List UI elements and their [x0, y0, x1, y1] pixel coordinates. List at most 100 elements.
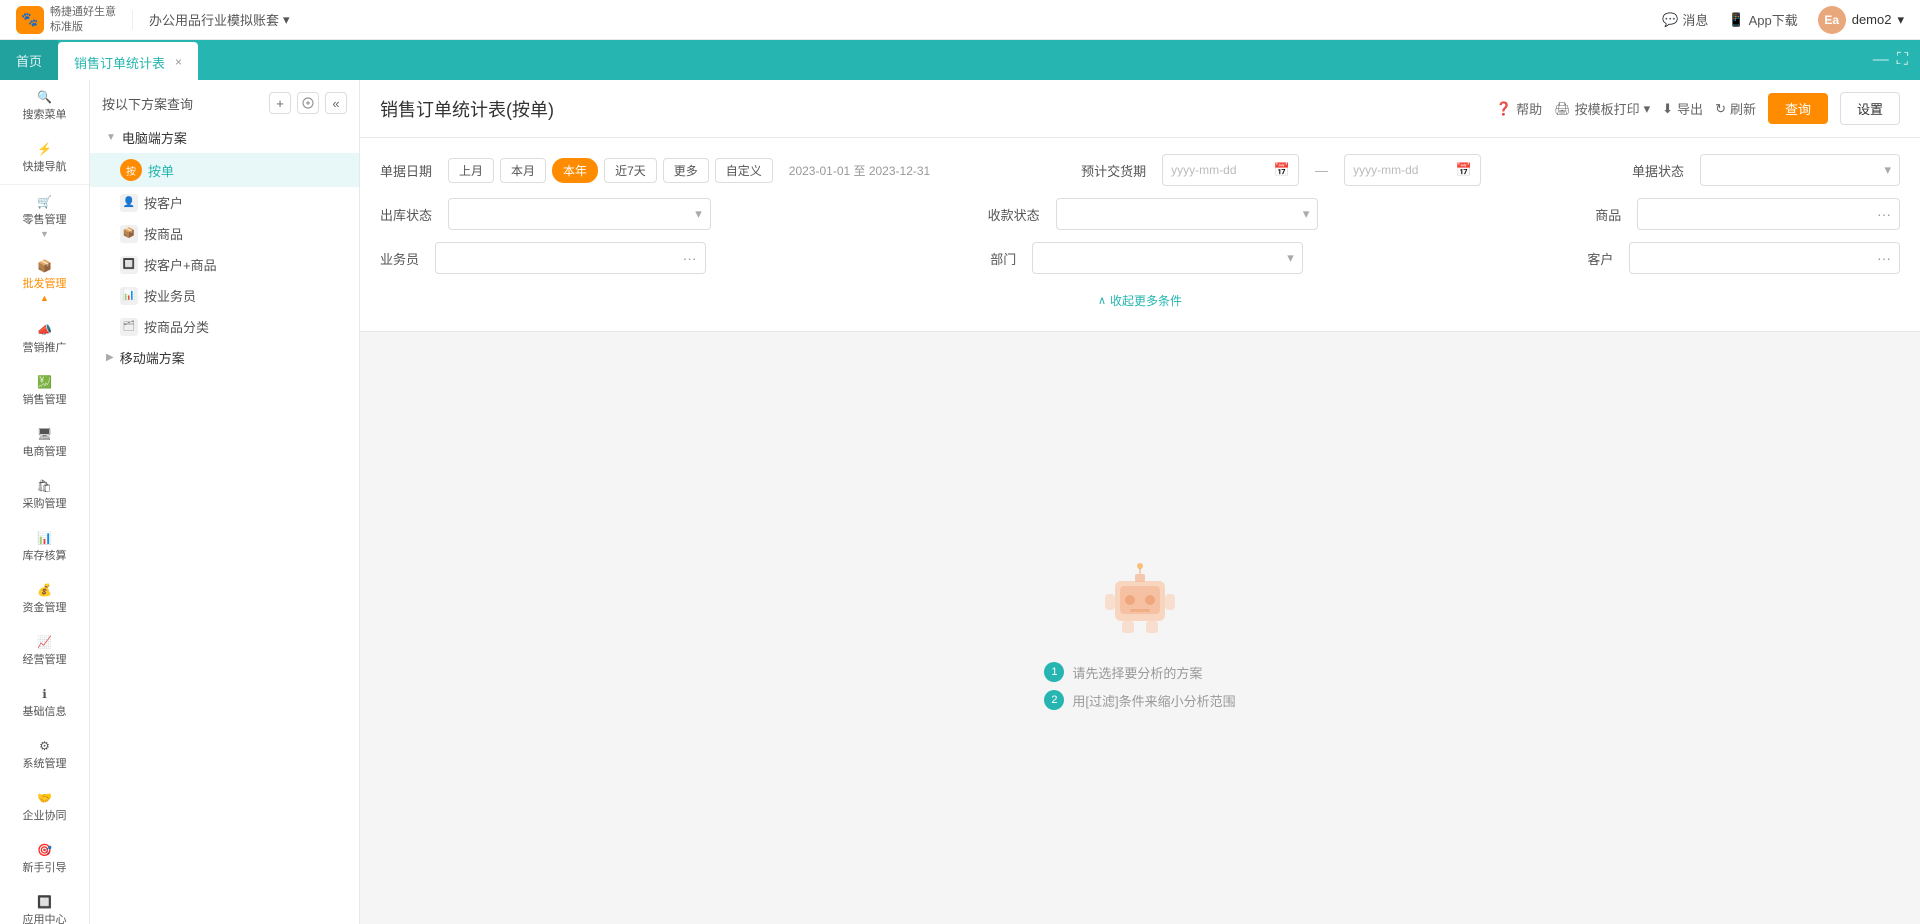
sidebar-quick-nav[interactable]: ⚡ 快捷导航 [0, 132, 89, 184]
collapse-conditions-btn[interactable]: ∧ 收起更多条件 [1098, 286, 1182, 315]
sidebar-item-basic-info[interactable]: ℹ 基础信息 [0, 677, 89, 729]
settings-btn[interactable]: 设置 [1840, 92, 1900, 125]
ecommerce-icon: 🖥 [37, 427, 52, 441]
tree-expand-icon: ▼ [106, 132, 116, 143]
divider [132, 10, 133, 30]
hint-num-2: 2 [1044, 690, 1064, 710]
sidebar-item-purchase[interactable]: 🛍 采购管理 [0, 469, 89, 521]
out-status-select[interactable]: ▾ [448, 198, 711, 230]
query-btn[interactable]: 查询 [1768, 93, 1828, 124]
sidebar-item-operations[interactable]: 📈 经营管理 [0, 625, 89, 677]
dept-chevron-icon: ▾ [1287, 250, 1294, 266]
tree-item-by-customer[interactable]: 👤 按客户 [90, 187, 359, 218]
tab-active[interactable]: 销售订单统计表 × [58, 42, 198, 82]
tree-item-by-category[interactable]: 🗂 按商品分类 [90, 311, 359, 342]
minimize-icon[interactable]: — [1873, 51, 1889, 69]
empty-hints: 1 请先选择要分析的方案 2 用[过滤]条件来缩小分析范围 [1044, 662, 1235, 710]
collect-status-select[interactable]: ▾ [1056, 198, 1319, 230]
sidebar-item-enterprise[interactable]: 🤝 企业协同 [0, 781, 89, 833]
expected-date-from[interactable]: yyyy-mm-dd 📅 [1162, 154, 1299, 186]
status-chevron-icon: ▾ [1884, 162, 1891, 178]
avatar: Ea [1818, 6, 1846, 34]
expected-date-label: 预计交货期 [1081, 161, 1146, 180]
out-status-label: 出库状态 [380, 205, 432, 224]
purchase-icon: 🛍 [37, 479, 52, 493]
salesman-dots-icon[interactable]: ··· [683, 250, 697, 266]
retail-arrow-icon: ▼ [40, 229, 49, 239]
by-customer-goods-icon: 🔲 [120, 256, 138, 274]
logo-area: 🐾 畅捷通好生意 标准版 [16, 5, 116, 34]
customer-label: 客户 [1587, 249, 1613, 268]
status-label: 单据状态 [1632, 161, 1684, 180]
filter-area: 单据日期 上月 本月 本年 近7天 更多 自定义 2023-01-01 至 20… [360, 138, 1920, 332]
goods-input[interactable]: ··· [1637, 198, 1900, 230]
refresh-btn[interactable]: ↻ 刷新 [1715, 99, 1756, 118]
date-btn-this-month[interactable]: 本月 [500, 158, 546, 183]
add-scheme-btn[interactable]: + [269, 92, 291, 114]
status-select[interactable]: ▾ [1700, 154, 1900, 186]
sidebar-search[interactable]: 🔍 搜索菜单 [0, 80, 89, 132]
date-btn-last-month[interactable]: 上月 [448, 158, 494, 183]
tab-home[interactable]: 首页 [0, 40, 58, 80]
top-bar-left: 🐾 畅捷通好生意 标准版 办公用品行业模拟账套 ▾ [16, 5, 290, 34]
tab-close-icon[interactable]: × [175, 55, 182, 69]
date-btn-custom[interactable]: 自定义 [715, 158, 773, 183]
tree-item-by-customer-goods[interactable]: 🔲 按客户+商品 [90, 249, 359, 280]
tree-section-desktop-header[interactable]: ▼ 电脑端方案 [90, 122, 359, 153]
sidebar-item-inventory[interactable]: 📊 库存核算 [0, 521, 89, 573]
salesman-input[interactable]: ··· [435, 242, 706, 274]
maximize-icon[interactable]: ⛶ [1897, 51, 1908, 69]
left-panel-actions: + « [269, 92, 347, 114]
out-status-chevron-icon: ▾ [695, 206, 702, 222]
tree-item-by-order[interactable]: 按 按单 [90, 153, 359, 187]
logo-icon: 🐾 [16, 6, 44, 34]
tree-item-by-goods[interactable]: 📦 按商品 [90, 218, 359, 249]
tree-item-by-salesman[interactable]: 📊 按业务员 [90, 280, 359, 311]
date-btn-this-year[interactable]: 本年 [552, 158, 598, 183]
print-arrow-icon: ▾ [1644, 101, 1651, 117]
expected-date-to[interactable]: yyyy-mm-dd 📅 [1344, 154, 1481, 186]
sidebar-item-ecommerce[interactable]: 🖥 电商管理 [0, 417, 89, 469]
message-btn[interactable]: 💬 消息 [1662, 10, 1708, 29]
top-bar: 🐾 畅捷通好生意 标准版 办公用品行业模拟账套 ▾ 💬 消息 📱 App下载 E… [0, 0, 1920, 40]
user-chevron-icon: ▾ [1897, 12, 1904, 28]
sidebar-item-finance[interactable]: 💰 资金管理 [0, 573, 89, 625]
customer-input[interactable]: ··· [1629, 242, 1900, 274]
tree-section-mobile-header[interactable]: ▶ 移动端方案 [90, 342, 359, 373]
salesman-label: 业务员 [380, 249, 419, 268]
goods-dots-icon[interactable]: ··· [1877, 206, 1891, 222]
sidebar-item-app-center[interactable]: 🔲 应用中心 [0, 885, 89, 924]
company-selector[interactable]: 办公用品行业模拟账套 ▾ [149, 10, 290, 29]
sidebar-item-sales[interactable]: 💹 销售管理 [0, 365, 89, 417]
sidebar-item-retail[interactable]: 🛒 零售管理 ▼ [0, 185, 89, 249]
edit-scheme-btn[interactable] [297, 92, 319, 114]
main-layout: 🔍 搜索菜单 ⚡ 快捷导航 🛒 零售管理 ▼ 📦 批发管理 ▲ 📣 营销推广 💹… [0, 80, 1920, 924]
date-btn-7days[interactable]: 近7天 [604, 158, 657, 183]
date-btn-more[interactable]: 更多 [663, 158, 709, 183]
sidebar-item-system[interactable]: ⚙ 系统管理 [0, 729, 89, 781]
print-btn[interactable]: 🖨 按模板打印 ▾ [1554, 99, 1650, 118]
app-download-btn[interactable]: 📱 App下载 [1728, 10, 1797, 29]
sidebar: 🔍 搜索菜单 ⚡ 快捷导航 🛒 零售管理 ▼ 📦 批发管理 ▲ 📣 营销推广 💹… [0, 80, 90, 924]
export-btn[interactable]: ⬇ 导出 [1662, 99, 1703, 118]
help-btn[interactable]: ❓ 帮助 [1496, 99, 1542, 118]
by-category-icon: 🗂 [120, 318, 138, 336]
collapse-panel-btn[interactable]: « [325, 92, 347, 114]
newbie-icon: 🎯 [37, 843, 52, 857]
sidebar-item-wholesale[interactable]: 📦 批发管理 ▲ [0, 249, 89, 313]
filter-row-3: 业务员 ··· 部门 ▾ 客户 ··· [380, 242, 1900, 274]
operations-icon: 📈 [37, 635, 52, 649]
left-panel: 按以下方案查询 + « ▼ 电脑端方案 按 按单 👤 [90, 80, 360, 924]
sidebar-item-newbie[interactable]: 🎯 新手引导 [0, 833, 89, 885]
left-panel-header: 按以下方案查询 + « [90, 92, 359, 122]
logo-text: 畅捷通好生意 标准版 [50, 5, 116, 34]
tab-bar-actions: — ⛶ [1873, 51, 1920, 69]
dept-select[interactable]: ▾ [1032, 242, 1303, 274]
collect-status-chevron-icon: ▾ [1303, 206, 1310, 222]
customer-dots-icon[interactable]: ··· [1877, 250, 1891, 266]
app-icon: 📱 [1728, 12, 1744, 28]
page-title: 销售订单统计表(按单) [380, 96, 554, 122]
sidebar-item-marketing[interactable]: 📣 营销推广 [0, 313, 89, 365]
search-icon: 🔍 [37, 90, 52, 104]
user-menu[interactable]: Ea demo2 ▾ [1818, 6, 1904, 34]
